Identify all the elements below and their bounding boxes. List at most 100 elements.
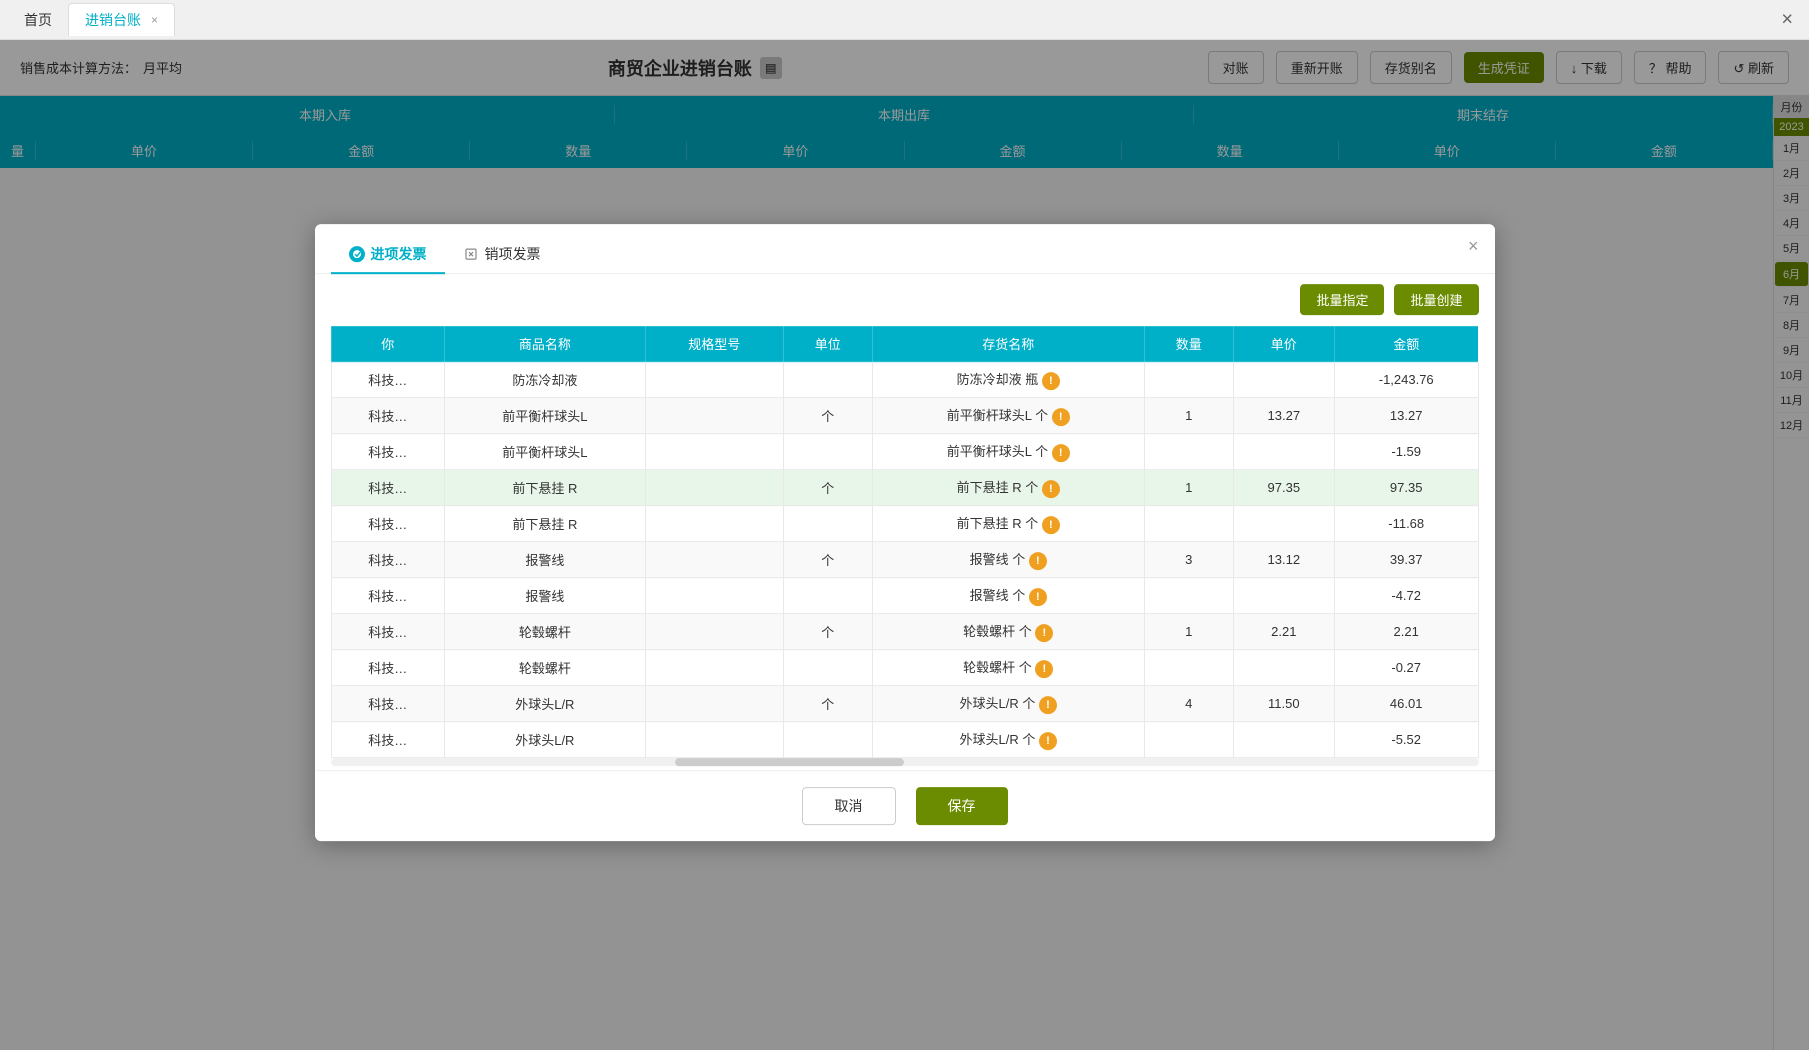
td-kehu: 科技…	[331, 722, 444, 758]
warning-icon: !	[1035, 660, 1053, 678]
table-row[interactable]: 科技… 报警线 报警线 个 ! -4.72	[331, 578, 1478, 614]
warning-icon: !	[1029, 588, 1047, 606]
td-shuliang	[1144, 434, 1233, 470]
td-shangpin: 外球头L/R	[444, 722, 645, 758]
jinxiang-tab-icon	[349, 246, 365, 262]
td-danjia: 2.21	[1233, 614, 1334, 650]
tab-ledger-label: 进销台账	[85, 10, 141, 30]
td-jine: -5.52	[1334, 722, 1478, 758]
tab-xiaoxiang[interactable]: 销项发票	[445, 236, 559, 274]
tab-ledger[interactable]: 进销台账 ×	[68, 3, 175, 36]
td-cunhuo: 外球头L/R 个 !	[872, 722, 1144, 758]
th-jine: 金额	[1334, 326, 1478, 362]
td-danjia	[1233, 650, 1334, 686]
td-danjia: 97.35	[1233, 470, 1334, 506]
modal-scrollbar-thumb	[675, 758, 905, 766]
td-guige	[645, 650, 783, 686]
td-kehu: 科技…	[331, 470, 444, 506]
td-shangpin: 轮毂螺杆	[444, 614, 645, 650]
td-kehu: 科技…	[331, 506, 444, 542]
piliangchuang-button[interactable]: 批量创建	[1394, 284, 1478, 315]
warning-icon: !	[1029, 552, 1047, 570]
td-kehu: 科技…	[331, 614, 444, 650]
td-shuliang: 4	[1144, 686, 1233, 722]
td-guige	[645, 542, 783, 578]
th-danwei: 单位	[783, 326, 872, 362]
table-row[interactable]: 科技… 前平衡杆球头L 个 前平衡杆球头L 个 ! 1 13.27 13.27	[331, 398, 1478, 434]
td-shuliang: 1	[1144, 470, 1233, 506]
td-shangpin: 前平衡杆球头L	[444, 434, 645, 470]
tab-xiaoxiang-label: 销项发票	[485, 244, 541, 264]
td-jine: -4.72	[1334, 578, 1478, 614]
tab-jinxiang[interactable]: 进项发票	[331, 236, 445, 274]
td-danwei	[783, 506, 872, 542]
td-guige	[645, 722, 783, 758]
td-kehu: 科技…	[331, 578, 444, 614]
table-row[interactable]: 科技… 报警线 个 报警线 个 ! 3 13.12 39.37	[331, 542, 1478, 578]
modal-table: 你 商品名称 规格型号 单位 存货名称 数量 单价 金额 科技… 防冻冷却液 防…	[331, 325, 1479, 758]
xiaoxiang-tab-icon	[463, 246, 479, 262]
table-row[interactable]: 科技… 前下悬挂 R 个 前下悬挂 R 个 ! 1 97.35 97.35	[331, 470, 1478, 506]
td-guige	[645, 578, 783, 614]
td-kehu: 科技…	[331, 686, 444, 722]
modal-table-wrap[interactable]: 你 商品名称 规格型号 单位 存货名称 数量 单价 金额 科技… 防冻冷却液 防…	[315, 325, 1495, 758]
td-jine: 39.37	[1334, 542, 1478, 578]
modal-close-button[interactable]: ×	[1468, 236, 1479, 257]
warning-icon: !	[1042, 372, 1060, 390]
td-cunhuo: 前下悬挂 R 个 !	[872, 470, 1144, 506]
window-close-button[interactable]: ×	[1781, 8, 1793, 31]
td-danjia: 11.50	[1233, 686, 1334, 722]
table-row[interactable]: 科技… 轮毂螺杆 轮毂螺杆 个 ! -0.27	[331, 650, 1478, 686]
th-danjia: 单价	[1233, 326, 1334, 362]
table-row[interactable]: 科技… 防冻冷却液 防冻冷却液 瓶 ! -1,243.76	[331, 362, 1478, 398]
td-shangpin: 前下悬挂 R	[444, 470, 645, 506]
td-guige	[645, 470, 783, 506]
td-shuliang	[1144, 362, 1233, 398]
td-danwei	[783, 362, 872, 398]
tab-jinxiang-label: 进项发票	[371, 244, 427, 264]
main-area: 销售成本计算方法： 月平均 商贸企业进销台账 ▤ 对账 重新开账 存货别名 生成…	[0, 40, 1809, 1050]
td-danwei	[783, 722, 872, 758]
td-danwei	[783, 434, 872, 470]
modal-scrollbar[interactable]	[331, 758, 1479, 766]
td-kehu: 科技…	[331, 398, 444, 434]
td-shangpin: 前平衡杆球头L	[444, 398, 645, 434]
td-jine: 46.01	[1334, 686, 1478, 722]
td-jine: 2.21	[1334, 614, 1478, 650]
modal-toolbar: 批量指定 批量创建	[315, 274, 1495, 325]
table-row[interactable]: 科技… 前下悬挂 R 前下悬挂 R 个 ! -11.68	[331, 506, 1478, 542]
td-danwei: 个	[783, 614, 872, 650]
td-jine: -1,243.76	[1334, 362, 1478, 398]
td-jine: -11.68	[1334, 506, 1478, 542]
tab-home[interactable]: 首页	[8, 4, 68, 36]
td-cunhuo: 前平衡杆球头L 个 !	[872, 434, 1144, 470]
td-jine: 97.35	[1334, 470, 1478, 506]
td-guige	[645, 398, 783, 434]
td-shuliang: 1	[1144, 614, 1233, 650]
th-cunhuo: 存货名称	[872, 326, 1144, 362]
cancel-button[interactable]: 取消	[802, 787, 896, 825]
td-shangpin: 报警线	[444, 542, 645, 578]
modal-footer: 取消 保存	[315, 770, 1495, 841]
warning-icon: !	[1039, 732, 1057, 750]
tab-ledger-close[interactable]: ×	[151, 13, 158, 27]
td-guige	[645, 434, 783, 470]
td-shangpin: 报警线	[444, 578, 645, 614]
save-button[interactable]: 保存	[916, 787, 1008, 825]
th-kehu: 你	[331, 326, 444, 362]
td-danjia	[1233, 578, 1334, 614]
td-danjia	[1233, 506, 1334, 542]
td-shangpin: 外球头L/R	[444, 686, 645, 722]
table-row[interactable]: 科技… 外球头L/R 个 外球头L/R 个 ! 4 11.50 46.01	[331, 686, 1478, 722]
table-row[interactable]: 科技… 外球头L/R 外球头L/R 个 ! -5.52	[331, 722, 1478, 758]
pizhi-button[interactable]: 批量指定	[1300, 284, 1384, 315]
top-tab-bar: 首页 进销台账 × ×	[0, 0, 1809, 40]
table-row[interactable]: 科技… 轮毂螺杆 个 轮毂螺杆 个 ! 1 2.21 2.21	[331, 614, 1478, 650]
table-row[interactable]: 科技… 前平衡杆球头L 前平衡杆球头L 个 ! -1.59	[331, 434, 1478, 470]
td-shuliang	[1144, 722, 1233, 758]
td-danwei	[783, 578, 872, 614]
td-danjia: 13.12	[1233, 542, 1334, 578]
td-kehu: 科技…	[331, 362, 444, 398]
th-guige: 规格型号	[645, 326, 783, 362]
td-cunhuo: 防冻冷却液 瓶 !	[872, 362, 1144, 398]
